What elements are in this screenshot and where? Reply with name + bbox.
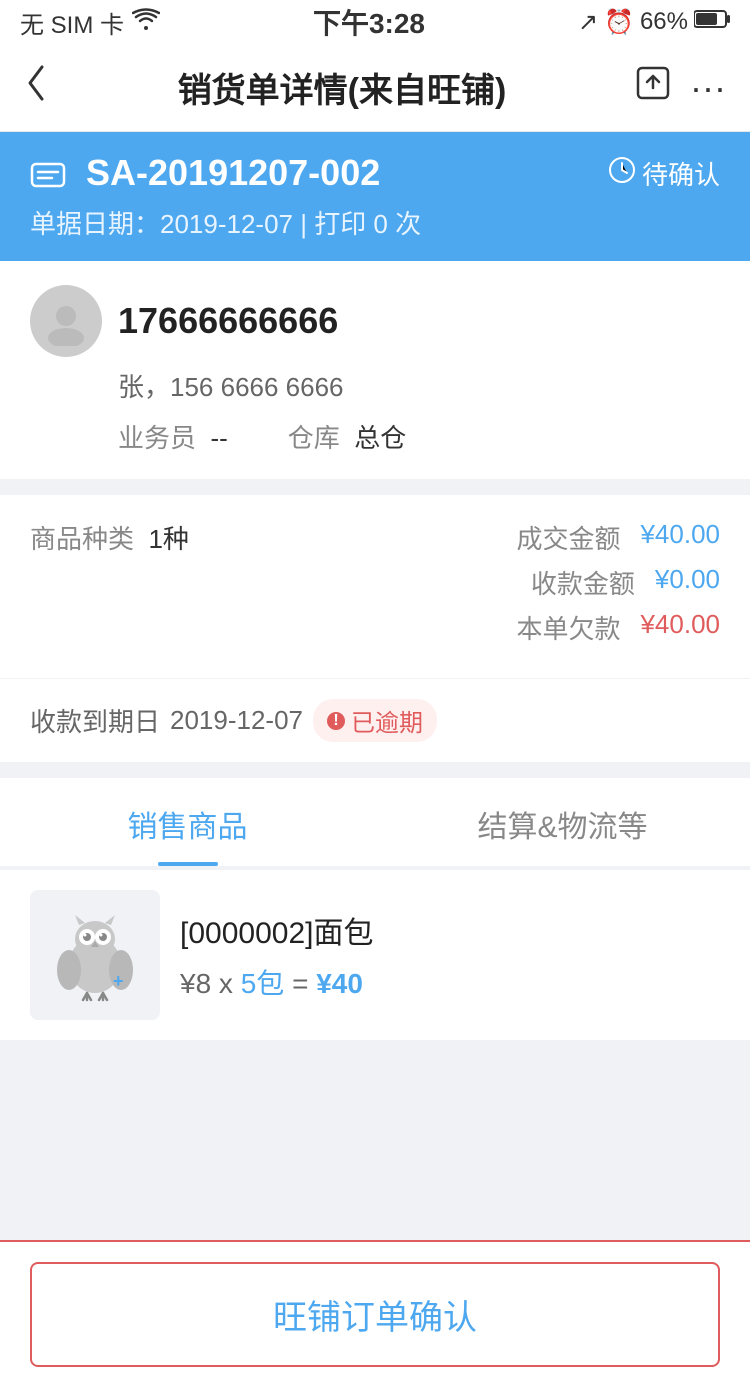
order-date: 单据日期：2019-12-07 | 打印 0 次	[30, 204, 720, 241]
warehouse-value: 总仓	[354, 423, 406, 453]
due-date-value: 2019-12-07	[170, 705, 303, 736]
bottom-bar: 旺铺订单确认	[0, 1240, 750, 1387]
wifi-icon	[132, 8, 160, 37]
received-amount-label: 收款金额	[531, 564, 635, 601]
confirm-button[interactable]: 旺铺订单确认	[30, 1262, 720, 1367]
customer-phone: 17666666666	[118, 300, 338, 342]
status-right: ↗ ⏰ 66%	[578, 8, 730, 37]
status-time: 下午3:28	[313, 2, 425, 42]
received-amount-value: ¥0.00	[655, 564, 720, 601]
order-status: 待确认	[608, 155, 720, 192]
status-left: 无 SIM 卡	[20, 5, 160, 40]
svg-text:+: +	[113, 971, 124, 991]
location-icon: ↗	[578, 8, 598, 37]
divider-1	[0, 479, 750, 495]
tabs: 销售商品 结算&物流等	[0, 778, 750, 868]
product-list: + [0000002]面包 ¥8 x 5包 = ¥40	[0, 870, 750, 1040]
deal-amount-row: 成交金额 ¥40.00	[516, 519, 720, 556]
battery-icon	[694, 8, 730, 36]
customer-avatar	[30, 285, 102, 357]
empty-area	[0, 1040, 750, 1240]
status-bar: 无 SIM 卡 下午3:28 ↗ ⏰ 66%	[0, 0, 750, 44]
customer-name: 张，156 6666 6666	[118, 367, 720, 404]
clock-icon	[608, 156, 636, 191]
owed-amount-label: 本单欠款	[516, 609, 620, 646]
customer-section: 17666666666 张，156 6666 6666 业务员 -- 仓库 总仓	[0, 261, 750, 479]
product-item: + [0000002]面包 ¥8 x 5包 = ¥40	[0, 870, 750, 1040]
due-section: 收款到期日 2019-12-07 ! 已逾期	[0, 678, 750, 762]
product-info: [0000002]面包 ¥8 x 5包 = ¥40	[180, 908, 720, 1002]
overdue-badge: ! 已逾期	[313, 699, 437, 742]
tab-settlement[interactable]: 结算&物流等	[375, 778, 750, 866]
alarm-icon: ⏰	[604, 8, 634, 37]
back-button[interactable]	[24, 63, 48, 112]
page-title: 销货单详情(来自旺铺)	[178, 63, 507, 112]
overdue-text: 已逾期	[351, 703, 423, 738]
overdue-icon: !	[327, 712, 345, 730]
tab-sales[interactable]: 销售商品	[0, 778, 375, 866]
owed-amount-row: 本单欠款 ¥40.00	[516, 609, 720, 646]
total-text: ¥40	[316, 968, 363, 999]
equals-text: =	[292, 968, 316, 999]
share-icon[interactable]	[636, 66, 670, 109]
customer-meta: 业务员 -- 仓库 总仓	[118, 418, 720, 455]
deal-amount-label: 成交金额	[516, 519, 620, 556]
product-price: ¥8 x 5包 = ¥40	[180, 962, 720, 1002]
received-amount-row: 收款金额 ¥0.00	[516, 564, 720, 601]
sim-status: 无 SIM 卡	[20, 5, 124, 40]
price-text: ¥8 x	[180, 968, 241, 999]
summary-section: 商品种类 1种 成交金额 ¥40.00 收款金额 ¥0.00 本单欠款 ¥40.…	[0, 495, 750, 678]
warehouse-label: 仓库 总仓	[288, 418, 406, 455]
battery-level: 66%	[640, 8, 688, 36]
amounts: 成交金额 ¥40.00 收款金额 ¥0.00 本单欠款 ¥40.00	[516, 519, 720, 654]
salesperson-value: --	[210, 423, 227, 453]
product-image: +	[30, 890, 160, 1020]
status-text: 待确认	[642, 155, 720, 192]
order-header: SA-20191207-002 待确认 单据日期：2019-12-07 | 打印…	[0, 132, 750, 261]
order-number: SA-20191207-002	[30, 152, 380, 194]
owed-amount-value: ¥40.00	[640, 609, 720, 646]
salesperson-label: 业务员 --	[118, 418, 228, 455]
deal-amount-value: ¥40.00	[640, 519, 720, 556]
due-date-label: 收款到期日	[30, 702, 160, 739]
product-name: [0000002]面包	[180, 908, 720, 952]
nav-actions: ···	[636, 66, 726, 109]
more-button[interactable]: ···	[690, 67, 726, 109]
product-types-value: 1种	[148, 524, 188, 554]
qty-text: 5包	[241, 968, 285, 999]
nav-bar: 销货单详情(来自旺铺) ···	[0, 44, 750, 132]
product-types: 商品种类 1种	[30, 519, 189, 556]
order-icon	[30, 152, 76, 193]
